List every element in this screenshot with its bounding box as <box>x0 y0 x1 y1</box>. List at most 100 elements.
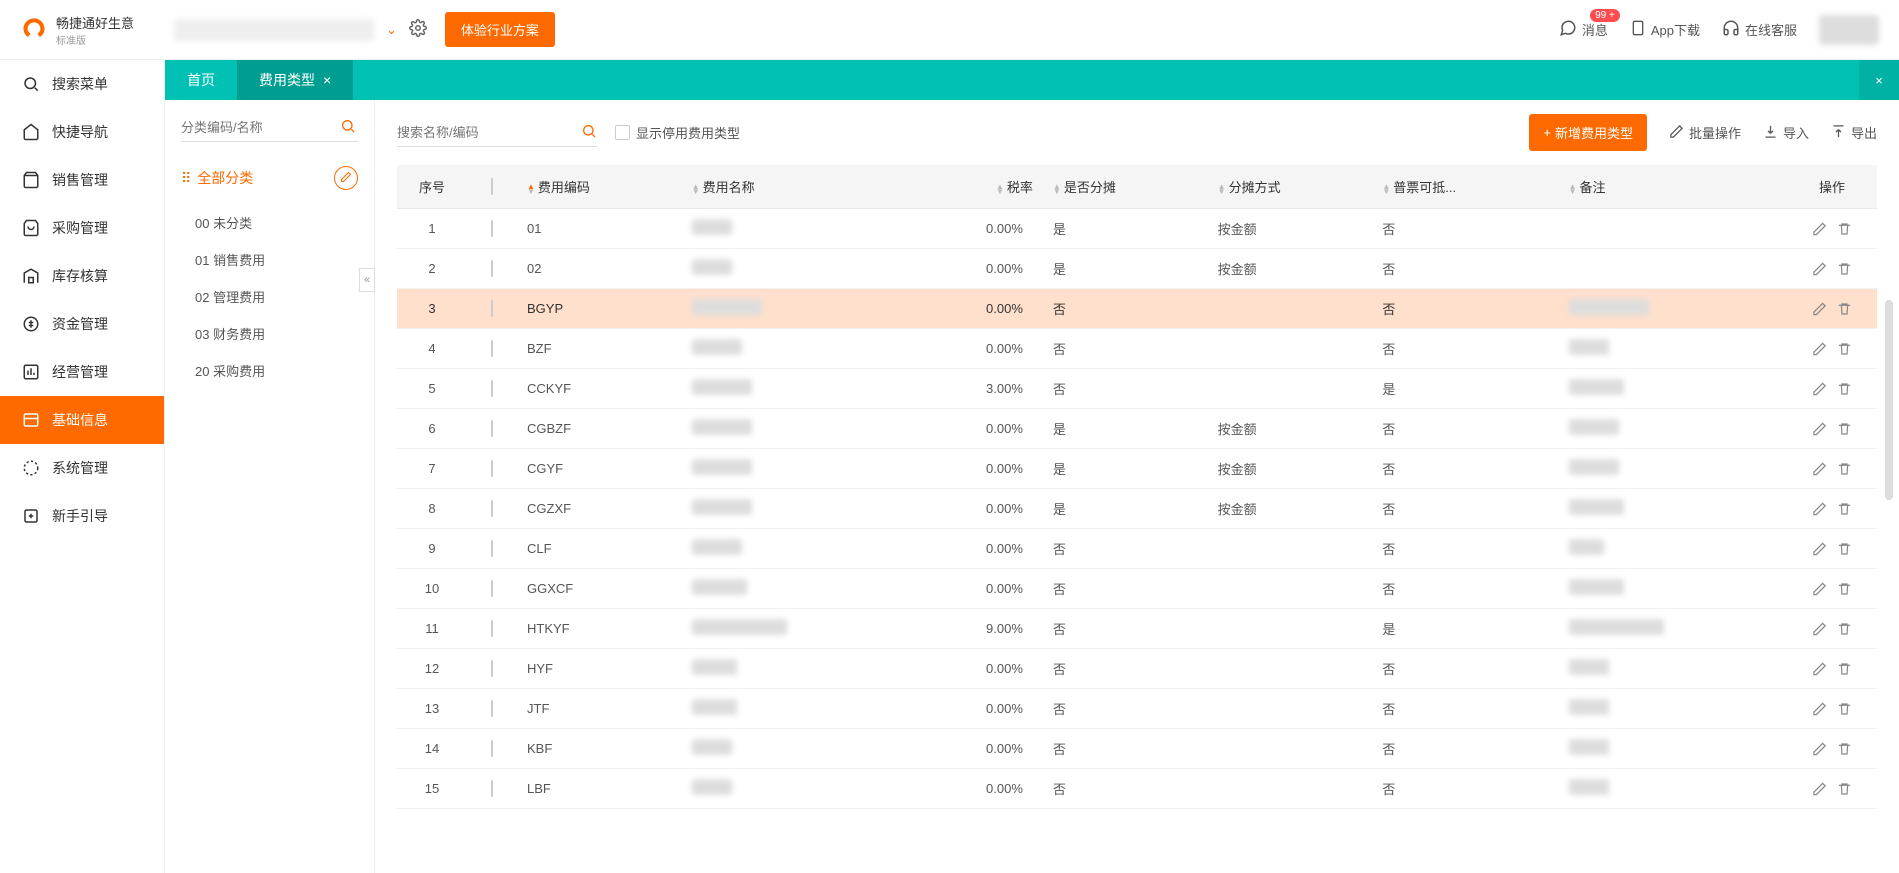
delete-row-button[interactable] <box>1837 500 1852 518</box>
sidebar-item-stock[interactable]: 库存核算 <box>0 252 164 300</box>
edit-row-button[interactable] <box>1812 780 1827 798</box>
sidebar-item-search[interactable]: 搜索菜单 <box>0 60 164 108</box>
collapse-panel-button[interactable]: « <box>359 268 375 292</box>
cell-checkbox[interactable] <box>467 529 517 569</box>
cell-checkbox[interactable] <box>467 489 517 529</box>
edit-row-button[interactable] <box>1812 220 1827 238</box>
delete-row-button[interactable] <box>1837 700 1852 718</box>
table-row[interactable]: 13JTF0.00%否否 <box>397 689 1877 729</box>
cell-checkbox[interactable] <box>467 369 517 409</box>
col-name[interactable]: ▲▼费用名称 <box>682 165 910 209</box>
category-all[interactable]: ⠿ 全部分类 <box>165 156 374 200</box>
cell-checkbox[interactable] <box>467 329 517 369</box>
delete-row-button[interactable] <box>1837 460 1852 478</box>
edit-row-button[interactable] <box>1812 380 1827 398</box>
org-selector[interactable]: ⌄ <box>174 19 427 41</box>
table-row[interactable]: 11HTKYF9.00%否是 <box>397 609 1877 649</box>
search-input[interactable] <box>397 119 597 147</box>
col-seq[interactable]: 序号 <box>397 165 467 209</box>
edit-row-button[interactable] <box>1812 420 1827 438</box>
cell-checkbox[interactable] <box>467 209 517 249</box>
edit-row-button[interactable] <box>1812 460 1827 478</box>
table-row[interactable]: 10GGXCF0.00%否否 <box>397 569 1877 609</box>
table-row[interactable]: 5CCKYF3.00%否是 <box>397 369 1877 409</box>
cell-checkbox[interactable] <box>467 249 517 289</box>
sidebar-item-shortcut[interactable]: 快捷导航 <box>0 108 164 156</box>
add-expense-button[interactable]: + 新增费用类型 <box>1529 114 1647 151</box>
edit-row-button[interactable] <box>1812 500 1827 518</box>
cell-checkbox[interactable] <box>467 569 517 609</box>
edit-row-button[interactable] <box>1812 340 1827 358</box>
scrollbar[interactable] <box>1885 300 1893 500</box>
delete-row-button[interactable] <box>1837 740 1852 758</box>
table-row[interactable]: 8CGZXF0.00%是按金额否 <box>397 489 1877 529</box>
table-row[interactable]: 12HYF0.00%否否 <box>397 649 1877 689</box>
gear-icon[interactable] <box>409 19 427 40</box>
category-item[interactable]: 03 财务费用 <box>165 315 374 352</box>
col-code[interactable]: ▲▼费用编码 <box>517 165 682 209</box>
table-row[interactable]: 15LBF0.00%否否 <box>397 769 1877 809</box>
col-rate[interactable]: ▲▼税率 <box>910 165 1043 209</box>
delete-row-button[interactable] <box>1837 260 1852 278</box>
cell-checkbox[interactable] <box>467 449 517 489</box>
sidebar-item-purchase[interactable]: 采购管理 <box>0 204 164 252</box>
sidebar-item-finance[interactable]: 资金管理 <box>0 300 164 348</box>
trial-button[interactable]: 体验行业方案 <box>445 12 555 47</box>
sidebar-item-guide[interactable]: 新手引导 <box>0 492 164 540</box>
col-remark[interactable]: ▲▼备注 <box>1559 165 1787 209</box>
edit-row-button[interactable] <box>1812 300 1827 318</box>
show-disabled-checkbox[interactable]: 显示停用费用类型 <box>615 123 740 142</box>
tab-expense-type[interactable]: 费用类型 × <box>237 60 353 100</box>
table-row[interactable]: 4BZF0.00%否否 <box>397 329 1877 369</box>
col-deduct[interactable]: ▲▼普票可抵... <box>1372 165 1558 209</box>
delete-row-button[interactable] <box>1837 420 1852 438</box>
table-row[interactable]: 6CGBZF0.00%是按金额否 <box>397 409 1877 449</box>
messages-link[interactable]: 消息 99 + <box>1559 19 1608 40</box>
table-row[interactable]: 3BGYP0.00%否否 <box>397 289 1877 329</box>
app-download-link[interactable]: App下载 <box>1630 20 1700 39</box>
search-icon[interactable] <box>340 118 356 137</box>
category-search-input[interactable] <box>181 114 358 142</box>
edit-row-button[interactable] <box>1812 620 1827 638</box>
batch-op-button[interactable]: 批量操作 <box>1669 123 1741 142</box>
delete-row-button[interactable] <box>1837 380 1852 398</box>
cell-checkbox[interactable] <box>467 409 517 449</box>
sidebar-item-operation[interactable]: 经营管理 <box>0 348 164 396</box>
delete-row-button[interactable] <box>1837 300 1852 318</box>
sidebar-item-basic[interactable]: 基础信息 <box>0 396 164 444</box>
edit-row-button[interactable] <box>1812 740 1827 758</box>
table-wrap[interactable]: 序号 ▲▼费用编码 ▲▼费用名称 ▲▼税率 ▲▼是否分摊 ▲▼分摊方式 ▲▼普票… <box>375 165 1899 873</box>
cell-checkbox[interactable] <box>467 689 517 729</box>
edit-row-button[interactable] <box>1812 260 1827 278</box>
delete-row-button[interactable] <box>1837 620 1852 638</box>
edit-row-button[interactable] <box>1812 540 1827 558</box>
search-icon[interactable] <box>581 123 597 142</box>
cell-checkbox[interactable] <box>467 769 517 809</box>
delete-row-button[interactable] <box>1837 580 1852 598</box>
tab-home[interactable]: 首页 <box>165 60 237 100</box>
delete-row-button[interactable] <box>1837 340 1852 358</box>
table-row[interactable]: 2020.00%是按金额否 <box>397 249 1877 289</box>
avatar[interactable] <box>1819 15 1879 45</box>
table-row[interactable]: 9CLF0.00%否否 <box>397 529 1877 569</box>
close-all-tabs[interactable]: × <box>1859 60 1899 100</box>
cell-checkbox[interactable] <box>467 729 517 769</box>
category-item[interactable]: 00 未分类 <box>165 204 374 241</box>
table-row[interactable]: 7CGYF0.00%是按金额否 <box>397 449 1877 489</box>
cell-checkbox[interactable] <box>467 649 517 689</box>
category-item[interactable]: 20 采购费用 <box>165 352 374 389</box>
category-item[interactable]: 01 销售费用 <box>165 241 374 278</box>
category-item[interactable]: 02 管理费用 <box>165 278 374 315</box>
sidebar-item-sales[interactable]: 销售管理 <box>0 156 164 204</box>
cell-checkbox[interactable] <box>467 289 517 329</box>
close-icon[interactable]: × <box>323 72 331 88</box>
customer-service-link[interactable]: 在线客服 <box>1722 19 1797 40</box>
cell-checkbox[interactable] <box>467 609 517 649</box>
delete-row-button[interactable] <box>1837 660 1852 678</box>
delete-row-button[interactable] <box>1837 780 1852 798</box>
import-button[interactable]: 导入 <box>1763 123 1809 142</box>
col-check-all[interactable] <box>467 165 517 209</box>
delete-row-button[interactable] <box>1837 220 1852 238</box>
export-button[interactable]: 导出 <box>1831 123 1877 142</box>
delete-row-button[interactable] <box>1837 540 1852 558</box>
